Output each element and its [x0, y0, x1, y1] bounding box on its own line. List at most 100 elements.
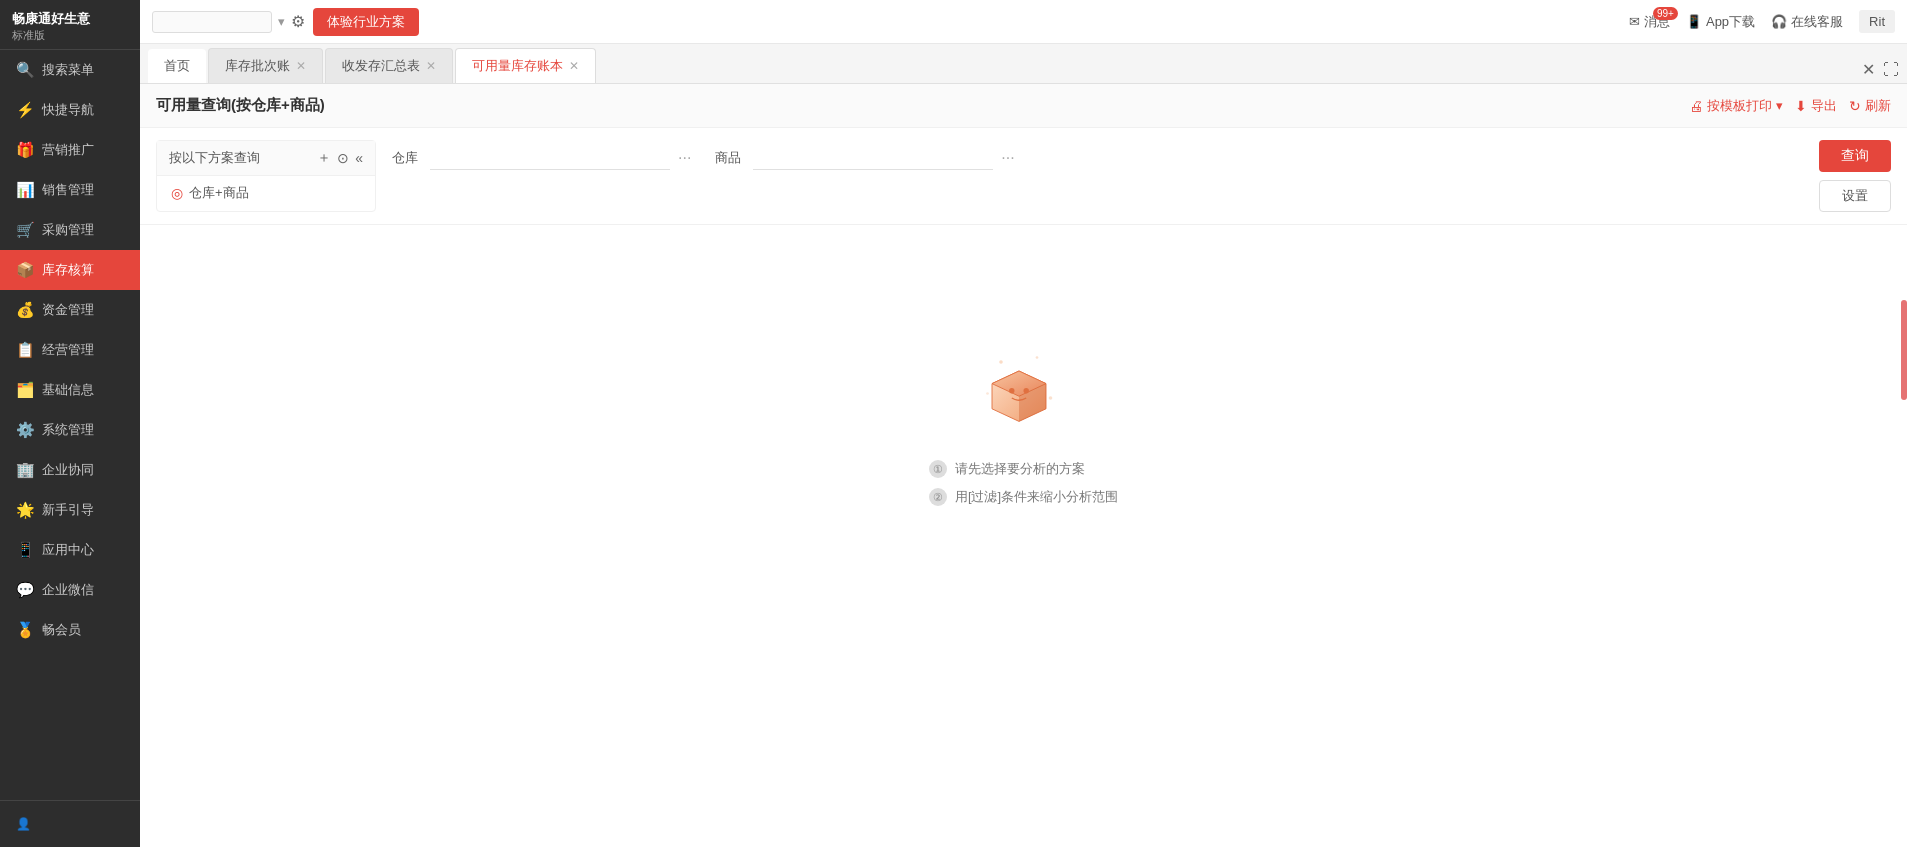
page-header: 可用量查询(按仓库+商品) 🖨 按模板打印 ▾ ⬇ 导出 ↻ 刷新 — [140, 84, 1907, 128]
sidebar-label-basic-info: 基础信息 — [42, 381, 94, 399]
tab-close-all-icon[interactable]: ✕ — [1862, 60, 1875, 79]
topbar-search-input[interactable] — [152, 11, 272, 33]
message-icon: ✉ — [1629, 14, 1640, 29]
headset-icon: 🎧 — [1771, 14, 1787, 29]
tab-receive-summary[interactable]: 收发存汇总表 ✕ — [325, 48, 453, 83]
sidebar-item-search[interactable]: 🔍搜索菜单 — [0, 50, 140, 90]
settings-button[interactable]: 设置 — [1819, 180, 1891, 212]
filter-goods-more-icon[interactable]: ··· — [1001, 149, 1014, 167]
chevron-down-icon[interactable]: ▾ — [278, 14, 285, 29]
available-ledger-tab-label: 可用量库存账本 — [472, 57, 563, 75]
sidebar-item-inventory[interactable]: 📦库存核算 — [0, 250, 140, 290]
sidebar-label-purchase: 采购管理 — [42, 221, 94, 239]
sidebar-label-sales: 销售管理 — [42, 181, 94, 199]
sidebar-item-marketing[interactable]: 🎁 营销推广 — [0, 130, 140, 170]
sidebar-icon-operations: 📋 — [16, 341, 34, 359]
scheme-item-warehouse-goods[interactable]: ◎ 仓库+商品 — [157, 176, 375, 210]
filter-warehouse-more-icon[interactable]: ··· — [678, 149, 691, 167]
tab-home[interactable]: 首页 — [148, 49, 206, 83]
receive-summary-tab-label: 收发存汇总表 — [342, 57, 420, 75]
batch-ledger-tab-close[interactable]: ✕ — [296, 59, 306, 73]
scheme-item-icon: ◎ — [171, 185, 183, 201]
print-template-button[interactable]: 🖨 按模板打印 ▾ — [1689, 97, 1783, 115]
scheme-settings-icon[interactable]: ⊙ — [337, 150, 349, 166]
right-scrollbar[interactable] — [1901, 300, 1907, 400]
scheme-add-icon[interactable]: ＋ — [317, 149, 331, 167]
sidebar-icon-marketing: 🎁 — [16, 141, 34, 159]
sidebar-icon-search: 🔍 — [16, 61, 34, 79]
receive-summary-tab-close[interactable]: ✕ — [426, 59, 436, 73]
batch-ledger-tab-label: 库存批次账 — [225, 57, 290, 75]
tip-text-2: 用[过滤]条件来缩小分析范围 — [955, 488, 1118, 506]
sidebar-item-app-center[interactable]: 📱应用中心 — [0, 530, 140, 570]
home-tab-label: 首页 — [164, 57, 190, 75]
message-button[interactable]: ✉ 消息 99+ — [1629, 13, 1670, 31]
tip-text-1: 请先选择要分析的方案 — [955, 460, 1085, 478]
sidebar-label-enterprise: 企业协同 — [42, 461, 94, 479]
sidebar-label-wechat: 企业微信 — [42, 581, 94, 599]
gear-icon[interactable]: ⚙ — [291, 12, 305, 31]
empty-icon — [974, 344, 1074, 444]
tab-controls: ✕ ⛶ — [1862, 60, 1899, 83]
print-chevron-icon[interactable]: ▾ — [1776, 98, 1783, 113]
query-action-buttons: 查询 设置 — [1819, 140, 1891, 212]
sidebar-label-inventory: 库存核算 — [42, 261, 94, 279]
sidebar-item-system[interactable]: ⚙️系统管理 — [0, 410, 140, 450]
scheme-panel-header: 按以下方案查询 ＋ ⊙ « — [157, 141, 375, 176]
main-area: ▾ ⚙ 体验行业方案 ✉ 消息 99+ 📱 App下载 🎧 在线客服 Rit — [140, 0, 1907, 847]
online-service-button[interactable]: 🎧 在线客服 — [1771, 13, 1843, 31]
trial-industry-button[interactable]: 体验行业方案 — [313, 8, 419, 36]
filter-goods-input[interactable] — [753, 146, 993, 170]
sidebar-nav-list: 🔍搜索菜单 ⚡ 快捷导航 🎁 营销推广 📊销售管理🛒采购管理📦库存核算💰资金管理📋经营管理… — [0, 50, 140, 800]
tab-expand-icon[interactable]: ⛶ — [1883, 61, 1899, 79]
empty-tips: ① 请先选择要分析的方案 ② 用[过滤]条件来缩小分析范围 — [929, 460, 1118, 506]
export-button[interactable]: ⬇ 导出 — [1795, 97, 1837, 115]
query-button[interactable]: 查询 — [1819, 140, 1891, 172]
sidebar-label-onboarding: 新手引导 — [42, 501, 94, 519]
sidebar-item-purchase[interactable]: 🛒采购管理 — [0, 210, 140, 250]
sidebar-logo-sub: 标准版 — [12, 28, 128, 43]
filter-goods-label: 商品 — [715, 149, 745, 167]
query-panel: 按以下方案查询 ＋ ⊙ « ◎ 仓库+商品 仓库 — [140, 128, 1907, 225]
sidebar-label-finance: 资金管理 — [42, 301, 94, 319]
user-account-button[interactable]: Rit — [1859, 10, 1895, 33]
scheme-collapse-icon[interactable]: « — [355, 150, 363, 166]
filter-goods-group: 商品 ··· — [715, 146, 1014, 170]
sidebar-item-basic-info[interactable]: 🗂️ 基础信息 — [0, 370, 140, 410]
sidebar-icon-wechat: 💬 — [16, 581, 34, 599]
page-actions: 🖨 按模板打印 ▾ ⬇ 导出 ↻ 刷新 — [1689, 97, 1891, 115]
svg-point-3 — [1009, 388, 1014, 393]
app-download-button[interactable]: 📱 App下载 — [1686, 13, 1755, 31]
page-title: 可用量查询(按仓库+商品) — [156, 96, 325, 115]
tab-available-ledger[interactable]: 可用量库存账本 ✕ — [455, 48, 596, 83]
tabs-bar: 首页 库存批次账 ✕ 收发存汇总表 ✕ 可用量库存账本 ✕ ✕ ⛶ — [140, 44, 1907, 84]
sidebar-bottom: 👤 — [0, 800, 140, 847]
sidebar-item-enterprise[interactable]: 🏢企业协同 — [0, 450, 140, 490]
message-badge: 99+ — [1653, 7, 1678, 20]
sidebar-icon-system: ⚙️ — [16, 421, 34, 439]
tab-batch-ledger[interactable]: 库存批次账 ✕ — [208, 48, 323, 83]
refresh-button[interactable]: ↻ 刷新 — [1849, 97, 1891, 115]
sidebar-item-operations[interactable]: 📋经营管理 — [0, 330, 140, 370]
tip-num-2: ② — [929, 488, 947, 506]
sidebar-item-vip[interactable]: 🏅畅会员 — [0, 610, 140, 650]
sidebar-item-quick-nav[interactable]: ⚡ 快捷导航 — [0, 90, 140, 130]
sidebar-user[interactable]: 👤 — [0, 809, 140, 839]
sidebar-item-wechat[interactable]: 💬 企业微信 — [0, 570, 140, 610]
sidebar-item-finance[interactable]: 💰资金管理 — [0, 290, 140, 330]
sidebar-item-onboarding[interactable]: 🌟新手引导 — [0, 490, 140, 530]
available-ledger-tab-close[interactable]: ✕ — [569, 59, 579, 73]
user-icon: 👤 — [16, 817, 31, 831]
topbar-search-area: ▾ ⚙ — [152, 11, 305, 33]
sidebar-icon-quick-nav: ⚡ — [16, 101, 34, 119]
sidebar-label-marketing: 营销推广 — [42, 141, 94, 159]
svg-point-6 — [1035, 356, 1038, 359]
topbar-right: ✉ 消息 99+ 📱 App下载 🎧 在线客服 Rit — [1629, 10, 1895, 33]
sidebar-label-app-center: 应用中心 — [42, 541, 94, 559]
sidebar: 畅康通好生意 标准版 🔍搜索菜单⚡快捷导航🎁营销推广📊销售管理🛒采购管理📦库存核… — [0, 0, 140, 847]
filter-warehouse-input[interactable] — [430, 146, 670, 170]
filter-warehouse-label: 仓库 — [392, 149, 422, 167]
sidebar-item-sales[interactable]: 📊销售管理 — [0, 170, 140, 210]
sidebar-label-quick-nav: 快捷导航 — [42, 101, 94, 119]
sidebar-icon-basic-info: 🗂️ — [16, 381, 34, 399]
